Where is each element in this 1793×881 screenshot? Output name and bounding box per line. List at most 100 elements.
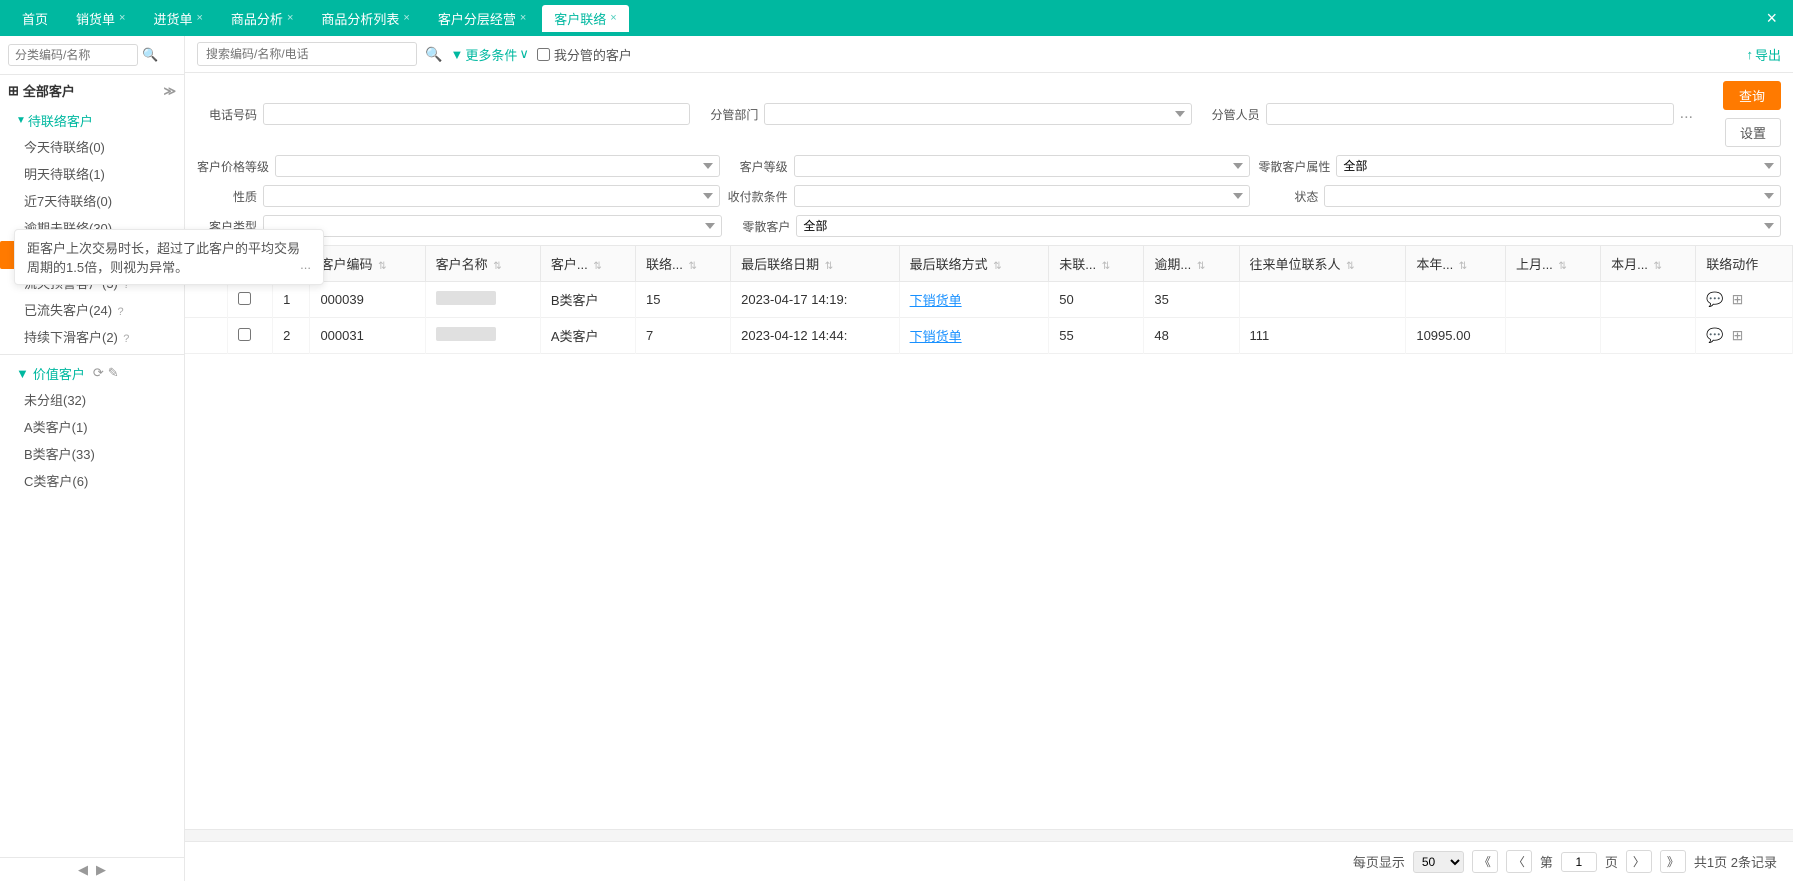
page-size-select[interactable]: 50 10 20 100 bbox=[1413, 851, 1464, 873]
nav-tab-analysis[interactable]: 商品分析 × bbox=[219, 5, 305, 32]
filter-customer-level-cell: 客户等级 bbox=[728, 155, 1251, 177]
page-label-suffix: 页 bbox=[1605, 852, 1618, 871]
refresh-icon[interactable]: ⟳ bbox=[93, 365, 104, 381]
sort-code-icon: ⇅ bbox=[378, 261, 386, 272]
sidebar-item-7days[interactable]: 近7天待联络(0) bbox=[0, 187, 184, 214]
person-input[interactable] bbox=[1266, 103, 1674, 125]
col-last-contact-date[interactable]: 最后联络日期 ⇅ bbox=[731, 246, 900, 282]
col-this-month[interactable]: 本月... ⇅ bbox=[1601, 246, 1696, 282]
row-checkbox-input[interactable] bbox=[238, 328, 251, 341]
first-page-button[interactable]: 《 bbox=[1472, 850, 1498, 873]
row-last-contact-method[interactable]: 下销货单 bbox=[899, 318, 1049, 354]
row-checkbox[interactable] bbox=[228, 318, 273, 354]
edit-value-icon[interactable]: ✎ bbox=[108, 365, 119, 381]
price-level-select[interactable] bbox=[275, 155, 720, 177]
payment-select[interactable] bbox=[794, 185, 1251, 207]
retail-attr-select[interactable]: 全部 bbox=[1336, 155, 1781, 177]
filter-retail-customer-cell: 零散客户 全部 bbox=[730, 215, 1781, 237]
sidebar-item-a-class[interactable]: A类客户(1) bbox=[0, 413, 184, 440]
horizontal-scrollbar[interactable] bbox=[185, 829, 1793, 841]
sort-date-icon: ⇅ bbox=[825, 261, 833, 272]
lost-help-icon[interactable]: ? bbox=[117, 306, 123, 318]
row-checkbox[interactable] bbox=[228, 282, 273, 318]
filter-row-4: 客户类型 零散客户 全部 bbox=[197, 215, 1781, 237]
row-last-month bbox=[1505, 282, 1600, 318]
customer-level-select[interactable] bbox=[794, 155, 1251, 177]
filter-row-3: 性质 收付款条件 状态 bbox=[197, 185, 1781, 207]
nav-tab-analysis-list[interactable]: 商品分析列表 × bbox=[309, 5, 421, 32]
filter-search-input[interactable] bbox=[197, 42, 417, 66]
col-last-contact-method[interactable]: 最后联络方式 ⇅ bbox=[899, 246, 1049, 282]
close-analysis-icon[interactable]: × bbox=[287, 12, 293, 24]
declining-help-icon[interactable]: ? bbox=[123, 333, 129, 345]
close-customer-layer-icon[interactable]: × bbox=[520, 12, 526, 24]
nav-tab-customer-contact[interactable]: 客户联络 × bbox=[542, 5, 628, 32]
sidebar-search-input[interactable] bbox=[8, 44, 138, 66]
page-number-input[interactable] bbox=[1561, 852, 1597, 872]
all-customers-header[interactable]: ⊞ 全部客户 ≫ bbox=[0, 75, 184, 106]
filter-gender-cell: 性质 bbox=[197, 185, 720, 207]
dept-select[interactable] bbox=[764, 103, 1191, 125]
customer-table: ⚙ 客户编码 ⇅ 客户名称 ⇅ 客户... ⇅ 联络... ⇅ 最后联络日期 ⇅… bbox=[185, 246, 1793, 354]
close-customer-contact-icon[interactable]: × bbox=[610, 12, 616, 24]
sidebar-item-today[interactable]: 今天待联络(0) bbox=[0, 133, 184, 160]
last-page-button[interactable]: 》 bbox=[1660, 850, 1686, 873]
row-this-year bbox=[1406, 282, 1506, 318]
filter-search-button[interactable]: 🔍 bbox=[425, 46, 442, 63]
sidebar-search-icon[interactable]: 🔍 bbox=[142, 47, 158, 63]
sidebar: 🔍 ⊞ 全部客户 ≫ ▼ 待联络客户 今天待联络(0) 明天待联络(1) 近7天… bbox=[0, 36, 185, 881]
col-customer-name[interactable]: 客户名称 ⇅ bbox=[425, 246, 540, 282]
row-customer-name bbox=[425, 318, 540, 354]
col-overdue[interactable]: 逾期... ⇅ bbox=[1144, 246, 1239, 282]
filter-payment-cell: 收付款条件 bbox=[728, 185, 1251, 207]
prev-page-button[interactable]: 〈 bbox=[1506, 850, 1532, 873]
sidebar-item-c-class[interactable]: C类客户(6) bbox=[0, 467, 184, 494]
settings-button[interactable]: 设置 bbox=[1725, 118, 1781, 147]
row-last-contact-method[interactable]: 下销货单 bbox=[899, 282, 1049, 318]
my-customer-checkbox[interactable] bbox=[537, 48, 550, 61]
nav-tab-customer-layer[interactable]: 客户分层经营 × bbox=[426, 5, 538, 32]
close-all-tabs[interactable]: × bbox=[1760, 8, 1783, 29]
close-purchase-icon[interactable]: × bbox=[196, 12, 202, 24]
nav-tab-purchase[interactable]: 进货单 × bbox=[141, 5, 214, 32]
col-unit-contact[interactable]: 往来单位联系人 ⇅ bbox=[1239, 246, 1406, 282]
next-page-button[interactable]: 〉 bbox=[1626, 850, 1652, 873]
nav-tab-home[interactable]: 首页 bbox=[10, 5, 60, 32]
chat-icon[interactable]: 💬 bbox=[1706, 291, 1723, 308]
sidebar-bottom[interactable]: ◀ ▶ bbox=[0, 857, 184, 881]
sidebar-collapse-btn[interactable]: ≫ bbox=[163, 84, 176, 98]
sidebar-item-declining[interactable]: 持续下滑客户(2) ? bbox=[0, 323, 184, 350]
col-last-month[interactable]: 上月... ⇅ bbox=[1505, 246, 1600, 282]
chat-icon[interactable]: 💬 bbox=[1706, 327, 1723, 344]
query-button[interactable]: 查询 bbox=[1723, 81, 1781, 110]
phone-input[interactable] bbox=[263, 103, 690, 125]
gender-select[interactable] bbox=[263, 185, 720, 207]
sidebar-item-tomorrow[interactable]: 明天待联络(1) bbox=[0, 160, 184, 187]
filter-row-1: 电话号码 分管部门 分管人员 ... 查询 设置 bbox=[197, 81, 1781, 147]
col-uncontacted[interactable]: 未联... ⇅ bbox=[1049, 246, 1144, 282]
sidebar-item-unclassified[interactable]: 未分组(32) bbox=[0, 386, 184, 413]
col-contact[interactable]: 联络... ⇅ bbox=[635, 246, 730, 282]
status-select[interactable] bbox=[1324, 185, 1781, 207]
export-button[interactable]: ↑ 导出 bbox=[1746, 45, 1781, 64]
sidebar-item-lost[interactable]: 已流失客户(24) ? bbox=[0, 296, 184, 323]
nav-tab-sales[interactable]: 销货单 × bbox=[64, 5, 137, 32]
retail-customer-select[interactable]: 全部 bbox=[796, 215, 1781, 237]
row-checkbox-input[interactable] bbox=[238, 292, 251, 305]
close-sales-icon[interactable]: × bbox=[119, 12, 125, 24]
person-more-icon[interactable]: ... bbox=[1680, 105, 1693, 123]
my-customer-checkbox-label[interactable]: 我分管的客户 bbox=[537, 45, 632, 64]
col-customer-code[interactable]: 客户编码 ⇅ bbox=[310, 246, 425, 282]
row-last-contact-date: 2023-04-12 14:44: bbox=[731, 318, 900, 354]
grid-action-icon[interactable]: ⊞ bbox=[1732, 327, 1744, 344]
col-customer-type[interactable]: 客户... ⇅ bbox=[540, 246, 635, 282]
grid-action-icon[interactable]: ⊞ bbox=[1732, 291, 1744, 308]
more-conditions-button[interactable]: ▼ 更多条件 ∨ bbox=[450, 45, 528, 64]
table-row: 1 000039 B类客户 15 2023-04-17 14:19: 下销货单 … bbox=[185, 282, 1793, 318]
sidebar-item-b-class[interactable]: B类客户(33) bbox=[0, 440, 184, 467]
col-this-year[interactable]: 本年... ⇅ bbox=[1406, 246, 1506, 282]
customer-type-select[interactable] bbox=[263, 215, 722, 237]
filter-icon: ▼ bbox=[450, 47, 463, 62]
tooltip-close[interactable]: ... bbox=[300, 257, 311, 272]
close-analysis-list-icon[interactable]: × bbox=[403, 12, 409, 24]
